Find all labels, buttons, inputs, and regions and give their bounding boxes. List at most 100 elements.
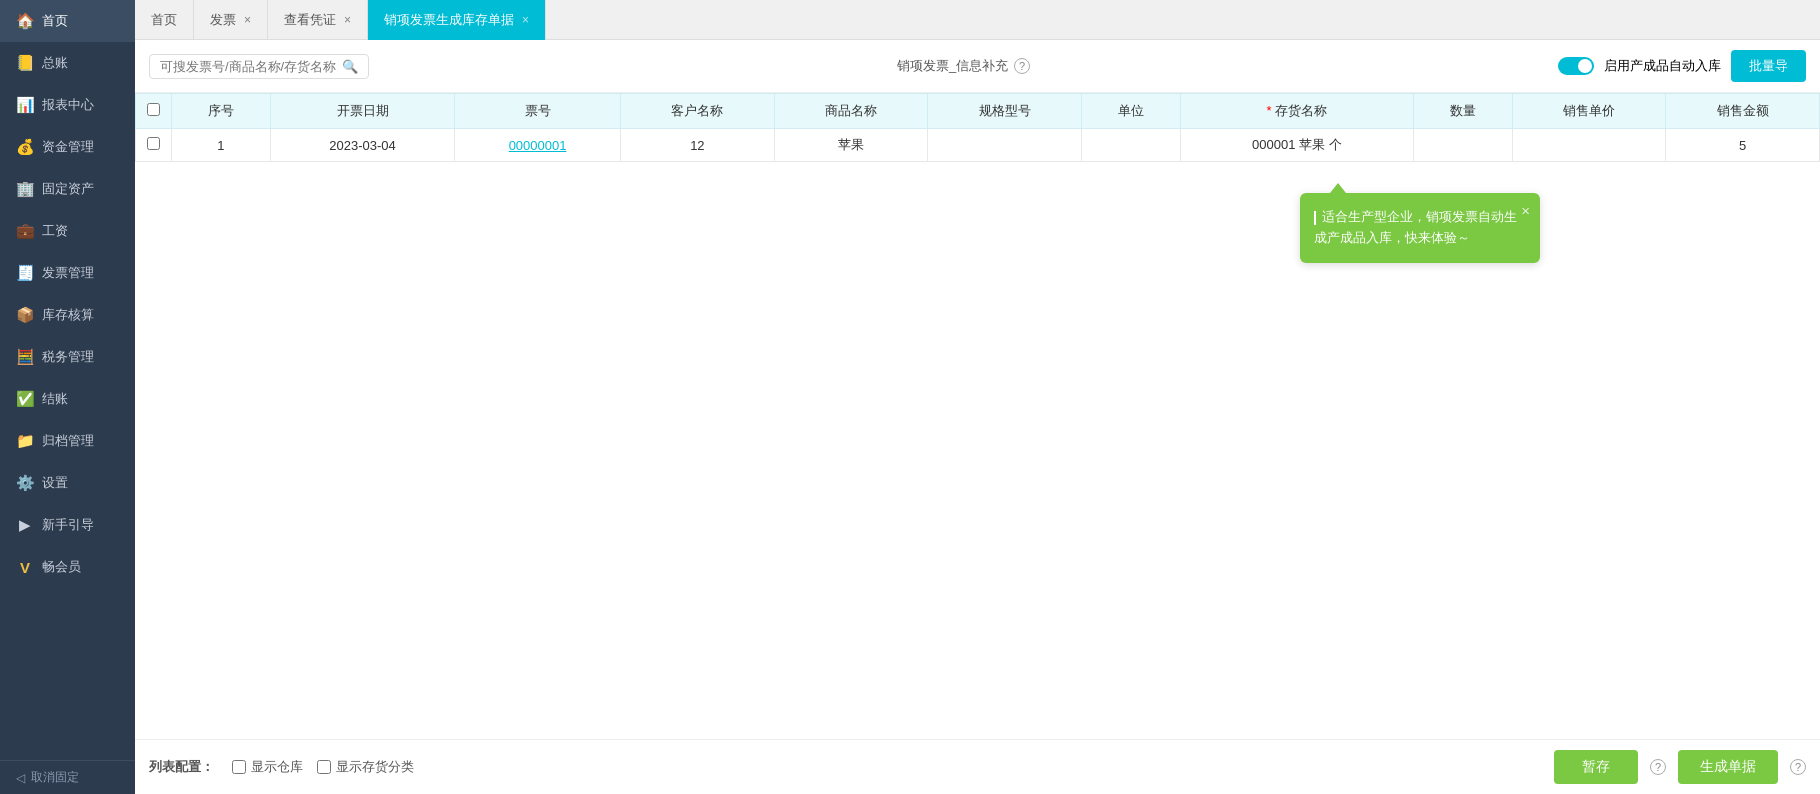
- table-header-row: 序号 开票日期 票号 客户名称 商品名称 规格型号 单位 * 存货名称 数量 销…: [136, 94, 1820, 129]
- row-qty: [1413, 129, 1512, 162]
- toolbar-center: 销项发票_信息补充 ?: [897, 57, 1030, 75]
- sidebar-item-closing[interactable]: ✅ 结账: [0, 378, 135, 420]
- guide-icon: ▶: [16, 516, 34, 534]
- sidebar-item-settings[interactable]: ⚙️ 设置: [0, 462, 135, 504]
- col-customer: 客户名称: [621, 94, 775, 129]
- closing-icon: ✅: [16, 390, 34, 408]
- tab-voucher[interactable]: 查看凭证 ×: [268, 0, 368, 40]
- list-config-label: 列表配置：: [149, 758, 214, 776]
- sidebar-item-fund[interactable]: 💰 资金管理: [0, 126, 135, 168]
- undo-fixed-btn[interactable]: ◁ 取消固定: [0, 760, 135, 794]
- search-box[interactable]: 🔍: [149, 54, 369, 79]
- row-checkbox: [136, 129, 172, 162]
- sidebar-item-archive[interactable]: 📁 归档管理: [0, 420, 135, 462]
- tooltip-popup: × 适合生产型企业，销项发票自动生成产成品入库，快来体验～: [1300, 193, 1540, 263]
- row-open-date: 2023-03-04: [270, 129, 454, 162]
- tab-return-invoice[interactable]: 销项发票生成库存单据 ×: [368, 0, 546, 40]
- toolbar: 🔍 销项发票_信息补充 ? 启用产成品自动入库 批量导: [135, 40, 1820, 93]
- sidebar-item-reports[interactable]: 📊 报表中心: [0, 84, 135, 126]
- col-spec-model: 规格型号: [928, 94, 1082, 129]
- auto-warehouse-toggle[interactable]: [1558, 57, 1594, 75]
- settings-icon: ⚙️: [16, 474, 34, 492]
- sidebar-item-guide[interactable]: ▶ 新手引导: [0, 504, 135, 546]
- data-table: 序号 开票日期 票号 客户名称 商品名称 规格型号 单位 * 存货名称 数量 销…: [135, 93, 1820, 162]
- fixed-assets-icon: 🏢: [16, 180, 34, 198]
- sidebar-item-invoice-mgmt[interactable]: 🧾 发票管理: [0, 252, 135, 294]
- col-unit: 单位: [1081, 94, 1180, 129]
- row-ticket-no[interactable]: 00000001: [455, 129, 621, 162]
- archive-icon: 📁: [16, 432, 34, 450]
- ticket-no-link[interactable]: 00000001: [509, 138, 567, 153]
- sidebar-item-home[interactable]: 🏠 首页: [0, 0, 135, 42]
- sidebar-item-ledger[interactable]: 📒 总账: [0, 42, 135, 84]
- show-category-checkbox[interactable]: [317, 760, 331, 774]
- tooltip-text: 适合生产型企业，销项发票自动生成产成品入库，快来体验～: [1314, 209, 1517, 245]
- bottom-bar: 列表配置： 显示仓库 显示存货分类 暂存 ? 生成单据 ?: [135, 739, 1820, 794]
- tax-icon: 🧮: [16, 348, 34, 366]
- show-warehouse-checkbox[interactable]: [232, 760, 246, 774]
- generate-help-icon[interactable]: ?: [1790, 759, 1806, 775]
- bottom-bar-right: 暂存 ? 生成单据 ?: [1554, 750, 1806, 784]
- center-label: 销项发票_信息补充: [897, 57, 1008, 75]
- generate-btn[interactable]: 生成单据: [1678, 750, 1778, 784]
- toggle-slider: [1558, 57, 1594, 75]
- save-btn[interactable]: 暂存: [1554, 750, 1638, 784]
- help-icon-center[interactable]: ?: [1014, 58, 1030, 74]
- row-spec-model: [928, 129, 1082, 162]
- close-return-invoice-tab[interactable]: ×: [522, 13, 529, 27]
- col-qty: 数量: [1413, 94, 1512, 129]
- col-ticket-no: 票号: [455, 94, 621, 129]
- payroll-icon: 💼: [16, 222, 34, 240]
- table-row: 1 2023-03-04 00000001 12 苹果 000001 苹果 个 …: [136, 129, 1820, 162]
- row-amount: 5: [1666, 129, 1820, 162]
- ledger-icon: 📒: [16, 54, 34, 72]
- inventory-icon: 📦: [16, 306, 34, 324]
- content-area: 🔍 销项发票_信息补充 ? 启用产成品自动入库 批量导: [135, 40, 1820, 794]
- row-product-name: 苹果: [774, 129, 928, 162]
- tooltip-close-btn[interactable]: ×: [1521, 199, 1530, 223]
- toggle-label: 启用产成品自动入库: [1604, 57, 1721, 75]
- row-unit: [1081, 129, 1180, 162]
- toolbar-left: 🔍: [149, 54, 369, 79]
- row-seq: 1: [172, 129, 271, 162]
- col-stock-name: * 存货名称: [1180, 94, 1413, 129]
- reports-icon: 📊: [16, 96, 34, 114]
- toolbar-right: 启用产成品自动入库 批量导: [1558, 50, 1806, 82]
- col-unit-price: 销售单价: [1512, 94, 1666, 129]
- home-icon: 🏠: [16, 12, 34, 30]
- main-area: 首页 发票 × 查看凭证 × 销项发票生成库存单据 × 🔍 销项发票_信息补充: [135, 0, 1820, 794]
- sidebar-item-inventory[interactable]: 📦 库存核算: [0, 294, 135, 336]
- close-voucher-tab[interactable]: ×: [344, 13, 351, 27]
- col-product-name: 商品名称: [774, 94, 928, 129]
- search-input[interactable]: [160, 59, 336, 74]
- col-seq: 序号: [172, 94, 271, 129]
- col-amount: 销售金额: [1666, 94, 1820, 129]
- row-unit-price: [1512, 129, 1666, 162]
- sidebar-item-tax[interactable]: 🧮 税务管理: [0, 336, 135, 378]
- show-category-label[interactable]: 显示存货分类: [317, 758, 414, 776]
- select-all-checkbox[interactable]: [147, 103, 160, 116]
- batch-import-btn[interactable]: 批量导: [1731, 50, 1806, 82]
- tab-home[interactable]: 首页: [135, 0, 194, 40]
- row-select-checkbox[interactable]: [147, 137, 160, 150]
- sidebar-item-payroll[interactable]: 💼 工资: [0, 210, 135, 252]
- table-wrapper: 序号 开票日期 票号 客户名称 商品名称 规格型号 单位 * 存货名称 数量 销…: [135, 93, 1820, 739]
- row-stock-name: 000001 苹果 个: [1180, 129, 1413, 162]
- search-icon: 🔍: [342, 59, 358, 74]
- show-warehouse-label[interactable]: 显示仓库: [232, 758, 303, 776]
- fund-icon: 💰: [16, 138, 34, 156]
- tab-bar: 首页 发票 × 查看凭证 × 销项发票生成库存单据 ×: [135, 0, 1820, 40]
- vip-icon: V: [16, 558, 34, 576]
- sidebar: 🏠 首页 📒 总账 📊 报表中心 💰 资金管理 🏢 固定资产 💼 工资 🧾 发票…: [0, 0, 135, 794]
- save-help-icon[interactable]: ?: [1650, 759, 1666, 775]
- col-checkbox: [136, 94, 172, 129]
- tab-invoice[interactable]: 发票 ×: [194, 0, 268, 40]
- undo-icon: ◁: [16, 771, 25, 785]
- col-open-date: 开票日期: [270, 94, 454, 129]
- sidebar-item-fixed-assets[interactable]: 🏢 固定资产: [0, 168, 135, 210]
- sidebar-item-vip[interactable]: V 畅会员: [0, 546, 135, 588]
- close-invoice-tab[interactable]: ×: [244, 13, 251, 27]
- row-customer: 12: [621, 129, 775, 162]
- tooltip-cursor: [1314, 211, 1316, 225]
- invoice-mgmt-icon: 🧾: [16, 264, 34, 282]
